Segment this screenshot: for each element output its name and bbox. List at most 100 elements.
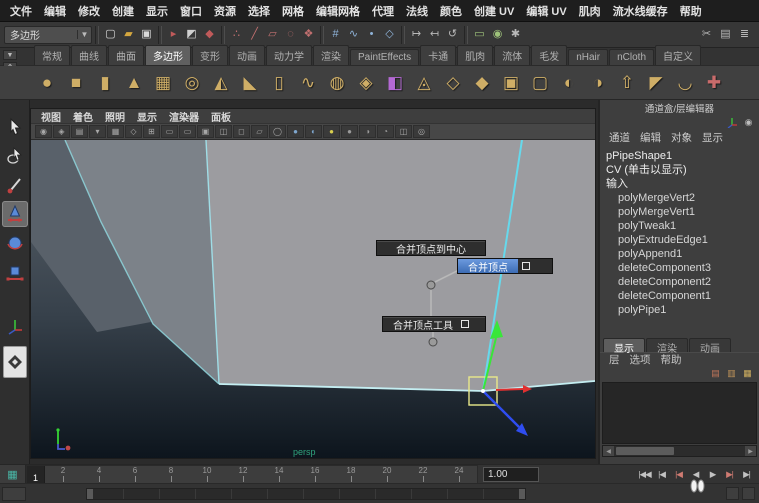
frame-tick[interactable]: 16: [297, 466, 333, 483]
layer-scrollbar[interactable]: ◀ ▶: [602, 445, 757, 457]
cut-icon[interactable]: ✂: [698, 26, 715, 44]
show-manipulator-tool[interactable]: [2, 313, 28, 339]
object-mask-icon[interactable]: ❖: [300, 26, 317, 44]
new-layer-selected-icon[interactable]: ▥: [725, 368, 738, 379]
render-settings-icon[interactable]: ✱: [507, 26, 524, 44]
frame-tick[interactable]: 24: [441, 466, 477, 483]
menu-item[interactable]: 创建: [106, 1, 140, 21]
shelf-tab[interactable]: 肌肉: [457, 45, 493, 65]
frame-tick[interactable]: 18: [333, 466, 369, 483]
poly-platonic-icon[interactable]: ◈: [353, 70, 379, 96]
shelf-tab[interactable]: 卡通: [420, 45, 456, 65]
menu-item[interactable]: 颜色: [434, 1, 468, 21]
single-pane-layout-button[interactable]: [3, 346, 27, 378]
frame-tick[interactable]: 20: [369, 466, 405, 483]
panel-menu-item[interactable]: 渲染器: [163, 109, 205, 124]
lasso-tool[interactable]: [2, 143, 28, 169]
menu-item[interactable]: 文件: [4, 1, 38, 21]
motion-blur-icon[interactable]: ◔: [377, 125, 394, 138]
status-separator[interactable]: [95, 26, 99, 44]
layer-editor-tab[interactable]: 显示: [603, 338, 645, 352]
panel-menu-item[interactable]: 照明: [99, 109, 131, 124]
frame-tick[interactable]: 14: [261, 466, 297, 483]
uv-mask-icon[interactable]: ◌: [282, 26, 299, 44]
panel-menu-item[interactable]: 显示: [131, 109, 163, 124]
scale-tool[interactable]: [2, 259, 28, 285]
render-frame-icon[interactable]: ▭: [471, 26, 488, 44]
selected-vertex[interactable]: [481, 389, 485, 393]
input-node[interactable]: polyMergeVert2: [606, 191, 759, 205]
snapshot-icon[interactable]: ▦: [0, 465, 26, 484]
menu-item[interactable]: 修改: [72, 1, 106, 21]
menu-item[interactable]: 编辑 UV: [520, 1, 572, 21]
boolean-union-icon[interactable]: ◐: [556, 70, 582, 96]
shelf-tab[interactable]: 多边形: [145, 45, 191, 65]
scroll-left-icon[interactable]: ◀: [603, 446, 614, 456]
current-time-field[interactable]: 1.00: [483, 467, 539, 482]
copy-icon[interactable]: ▤: [717, 26, 734, 44]
status-separator[interactable]: [320, 26, 324, 44]
current-frame-marker[interactable]: 1: [27, 466, 45, 483]
select-tool[interactable]: [2, 114, 28, 140]
shelf-tab[interactable]: 曲线: [71, 45, 107, 65]
marking-menu-item-merge-to-center[interactable]: 合并顶点到中心: [376, 240, 486, 256]
layer-editor-tab[interactable]: 渲染: [646, 338, 688, 352]
menu-item[interactable]: 选择: [242, 1, 276, 21]
view-cube-icon[interactable]: ◇: [125, 125, 142, 138]
viewport-canvas[interactable]: persp 合并顶点到中心 合并顶点 合并顶点工具: [31, 140, 595, 458]
panel-menu-item[interactable]: 着色: [67, 109, 99, 124]
poly-helix-icon[interactable]: ∿: [295, 70, 321, 96]
frame-tick[interactable]: 10: [189, 466, 225, 483]
menu-item[interactable]: 帮助: [674, 1, 708, 21]
merge-vertex-icon[interactable]: ✚: [701, 70, 727, 96]
animation-preferences-button[interactable]: [742, 487, 755, 500]
auto-key-button[interactable]: [726, 487, 739, 500]
vertex-mask-icon[interactable]: ∴: [228, 26, 245, 44]
input-node[interactable]: polyTweak1: [606, 219, 759, 233]
marking-menu-item-merge-vertices[interactable]: 合并顶点: [457, 258, 553, 274]
snap-grid-icon[interactable]: #: [327, 26, 344, 44]
ambient-occlusion-icon[interactable]: ◑: [359, 125, 376, 138]
lights-icon[interactable]: ●: [323, 125, 340, 138]
frame-tick[interactable]: 2: [45, 466, 81, 483]
camera-attributes-icon[interactable]: ▤: [71, 125, 88, 138]
poly-soccerball-icon[interactable]: ◍: [324, 70, 350, 96]
bevel-icon[interactable]: ◤: [643, 70, 669, 96]
playback-range-bar[interactable]: [86, 488, 526, 500]
new-empty-layer-icon[interactable]: ▤: [709, 368, 722, 379]
ipr-render-icon[interactable]: ◉: [489, 26, 506, 44]
menu-item[interactable]: 窗口: [174, 1, 208, 21]
range-handle-end[interactable]: [519, 489, 525, 499]
panel-menu-item[interactable]: 面板: [205, 109, 237, 124]
new-scene-icon[interactable]: ▢: [102, 26, 119, 44]
shelf-tab[interactable]: 变形: [192, 45, 228, 65]
input-node[interactable]: deleteComponent3: [606, 261, 759, 275]
poly-cube-icon[interactable]: ■: [63, 70, 89, 96]
shelf-tab[interactable]: 动力学: [266, 45, 312, 65]
channel-box-menu-item[interactable]: 对象: [666, 130, 697, 145]
menu-item[interactable]: 肌肉: [573, 1, 607, 21]
time-ruler[interactable]: 1 2 4 6 8 10 12: [26, 465, 478, 484]
poly-cylinder-icon[interactable]: ▮: [92, 70, 118, 96]
shelf-tab[interactable]: nCloth: [609, 49, 654, 65]
play-forwards-button[interactable]: ▶: [706, 467, 719, 481]
perspective-viewport[interactable]: 视图着色照明显示渲染器面板 ◉◈▤▾▦◇⊞▭▭▣◫◻▱◯●◐●●◑◔◫◎: [30, 108, 596, 459]
cv-row[interactable]: CV (单击以显示): [606, 163, 759, 177]
menu-item[interactable]: 代理: [366, 1, 400, 21]
separate-icon[interactable]: ▢: [527, 70, 553, 96]
input-node[interactable]: polyPipe1: [606, 303, 759, 317]
shelf-tab[interactable]: 毛发: [531, 45, 567, 65]
edge-mask-icon[interactable]: ╱: [246, 26, 263, 44]
frame-tick[interactable]: 12: [225, 466, 261, 483]
scroll-right-icon[interactable]: ▶: [745, 446, 756, 456]
bridge-icon[interactable]: ◡: [672, 70, 698, 96]
select-component-icon[interactable]: ◆: [201, 26, 218, 44]
go-to-end-button[interactable]: ▶|: [740, 467, 753, 481]
option-box-icon[interactable]: [522, 262, 530, 270]
resolution-gate-icon[interactable]: ▭: [179, 125, 196, 138]
isolate-select-icon[interactable]: ◎: [413, 125, 430, 138]
face-mask-icon[interactable]: ▱: [264, 26, 281, 44]
menu-item[interactable]: 编辑网格: [310, 1, 366, 21]
grid-icon[interactable]: ⊞: [143, 125, 160, 138]
paint-select-tool[interactable]: [2, 172, 28, 198]
